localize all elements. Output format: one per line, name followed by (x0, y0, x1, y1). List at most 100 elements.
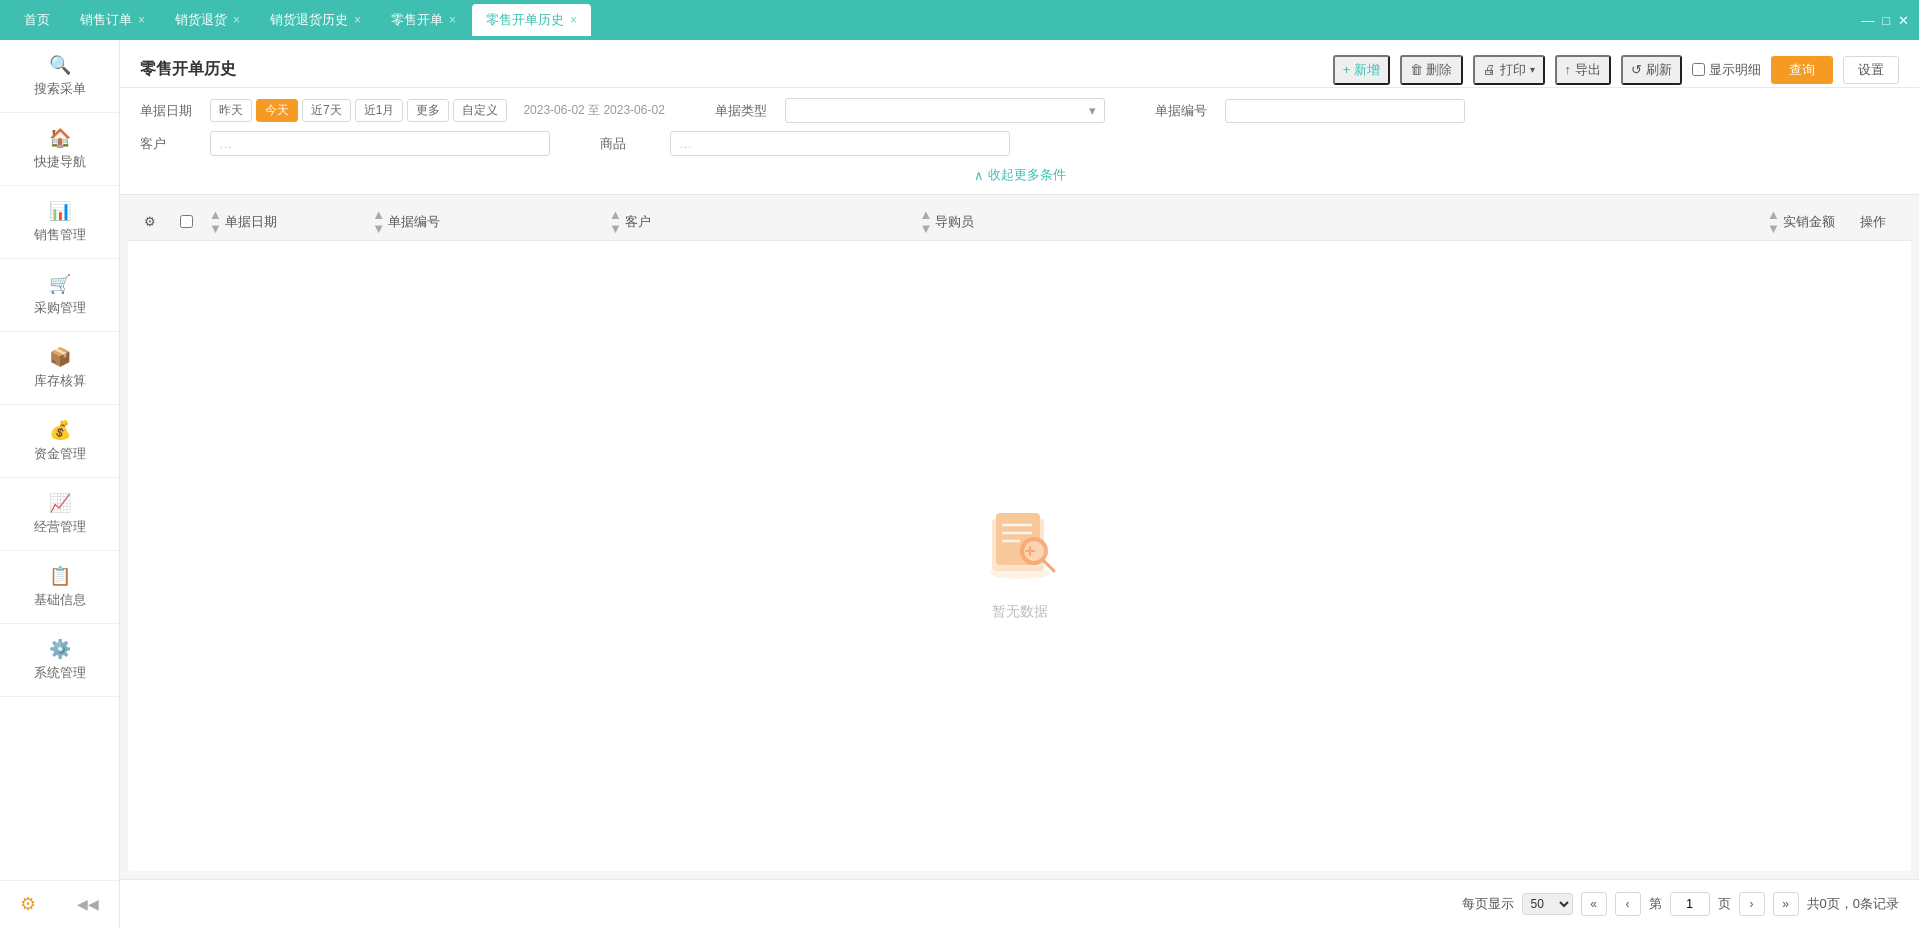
th-amount[interactable]: ▲▼ 实销金额 (1680, 208, 1843, 235)
th-check[interactable] (172, 215, 201, 228)
purchase-icon: 🛒 (49, 273, 71, 295)
query-button[interactable]: 查询 (1771, 56, 1833, 84)
basicinfo-icon: 📋 (49, 565, 71, 587)
date-btn-custom[interactable]: 自定义 (453, 99, 507, 122)
close-tab-return[interactable]: × (233, 13, 240, 27)
type-filter-label: 单据类型 (715, 102, 775, 120)
th-action: 操作 (1843, 213, 1903, 231)
export-button[interactable]: ↑ 导出 (1555, 55, 1612, 85)
setting-button[interactable]: 设置 (1843, 56, 1899, 84)
no-filter-input[interactable] (1225, 99, 1465, 123)
date-btn-yesterday[interactable]: 昨天 (210, 99, 252, 122)
last-page-button[interactable]: » (1773, 892, 1799, 916)
prev-page-button[interactable]: ‹ (1615, 892, 1641, 916)
date-btn-7days[interactable]: 近7天 (302, 99, 351, 122)
page-title: 零售开单历史 (140, 59, 236, 80)
th-date[interactable]: ▲▼ 单据日期 (201, 208, 364, 235)
current-page-input[interactable] (1670, 892, 1710, 916)
settings-col-icon: ⚙ (144, 214, 156, 229)
th-no[interactable]: ▲▼ 单据编号 (364, 208, 601, 235)
filter-row-1: 单据日期 昨天 今天 近7天 近1月 更多 自定义 2023-06-02 至 2… (140, 98, 1899, 123)
table-area: ⚙ ▲▼ 单据日期 ▲▼ 单据编号 (128, 203, 1911, 871)
th-settings[interactable]: ⚙ (136, 214, 172, 229)
total-info: 共0页，0条记录 (1807, 895, 1899, 913)
collapse-bar[interactable]: ∧ 收起更多条件 (140, 164, 1899, 184)
sidebar-item-sales[interactable]: 📊 销售管理 (0, 186, 119, 259)
home-icon: 🏠 (49, 127, 71, 149)
window-maximize[interactable]: □ (1882, 13, 1890, 28)
finance-icon: 💰 (49, 419, 71, 441)
goods-filter-select[interactable]: … (670, 131, 1010, 156)
goods-filter-label: 商品 (600, 135, 660, 153)
first-page-button[interactable]: « (1581, 892, 1607, 916)
filter-row-2: 客户 … 商品 … (140, 131, 1899, 156)
empty-state: 暂无数据 (128, 241, 1911, 871)
content-area: 零售开单历史 + 新增 🗑 删除 🖨 打印 ▾ ↑ 导出 ↺ 刷新 (120, 40, 1919, 927)
sidebar-item-system[interactable]: ⚙️ 系统管理 (0, 624, 119, 697)
page-header: 零售开单历史 + 新增 🗑 删除 🖨 打印 ▾ ↑ 导出 ↺ 刷新 (120, 40, 1919, 88)
sidebar-item-basicinfo[interactable]: 📋 基础信息 (0, 551, 119, 624)
print-dropdown-icon: ▾ (1530, 64, 1535, 75)
th-guide[interactable]: ▲▼ 导购员 (912, 208, 1075, 235)
date-btn-today[interactable]: 今天 (256, 99, 298, 122)
export-icon: ↑ (1565, 62, 1572, 77)
sidebar-item-quicknav[interactable]: 🏠 快捷导航 (0, 113, 119, 186)
close-tab-retail-history[interactable]: × (570, 13, 577, 27)
close-tab-sales-order[interactable]: × (138, 13, 145, 27)
refresh-button[interactable]: ↺ 刷新 (1621, 55, 1682, 85)
date-filter-label: 单据日期 (140, 102, 200, 120)
sales-icon: 📊 (49, 200, 71, 222)
amount-sort-icon: ▲▼ (1767, 208, 1780, 235)
type-filter-select[interactable]: ▾ (785, 98, 1105, 123)
sidebar-item-search[interactable]: 🔍 搜索采单 (0, 40, 119, 113)
tab-home[interactable]: 首页 (10, 4, 64, 36)
delete-button[interactable]: 🗑 删除 (1400, 55, 1463, 85)
customer-sort-icon: ▲▼ (609, 208, 622, 235)
close-tab-return-history[interactable]: × (354, 13, 361, 27)
settings-bottom-icon[interactable]: ⚙ (20, 893, 36, 915)
tab-retail-history[interactable]: 零售开单历史 × (472, 4, 591, 36)
sidebar-item-inventory[interactable]: 📦 库存核算 (0, 332, 119, 405)
tab-sales-order[interactable]: 销售订单 × (66, 4, 159, 36)
no-filter-label: 单据编号 (1155, 102, 1215, 120)
sidebar-item-purchase[interactable]: 🛒 采购管理 (0, 259, 119, 332)
print-button[interactable]: 🖨 打印 ▾ (1473, 55, 1545, 85)
window-minimize[interactable]: — (1861, 13, 1874, 28)
sidebar-item-operation[interactable]: 📈 经营管理 (0, 478, 119, 551)
sidebar-item-finance[interactable]: 💰 资金管理 (0, 405, 119, 478)
customer-filter-select[interactable]: … (210, 131, 550, 156)
th-customer[interactable]: ▲▼ 客户 (601, 208, 911, 235)
filter-area: 单据日期 昨天 今天 近7天 近1月 更多 自定义 2023-06-02 至 2… (120, 88, 1919, 195)
inventory-icon: 📦 (49, 346, 71, 368)
pagination-bar: 每页显示 50 100 200 « ‹ 第 页 › » 共0页，0条记录 (120, 879, 1919, 927)
select-all-checkbox[interactable] (180, 215, 193, 228)
no-sort-icon: ▲▼ (372, 208, 385, 235)
svg-line-8 (1044, 561, 1054, 571)
collapse-sidebar-icon[interactable]: ◀◀ (77, 896, 99, 912)
empty-text: 暂无数据 (992, 603, 1048, 621)
sidebar-bottom: ⚙ ◀◀ (0, 880, 119, 927)
type-select-dropdown-icon: ▾ (1089, 103, 1096, 118)
window-controls: — □ ✕ (1861, 13, 1909, 28)
date-range-display: 2023-06-02 至 2023-06-02 (523, 102, 664, 119)
date-filter-buttons: 昨天 今天 近7天 近1月 更多 自定义 (210, 99, 507, 122)
system-icon: ⚙️ (49, 638, 71, 660)
date-sort-icon: ▲▼ (209, 208, 222, 235)
close-tab-retail-order[interactable]: × (449, 13, 456, 27)
window-close[interactable]: ✕ (1898, 13, 1909, 28)
chevron-up-icon: ∧ (974, 168, 984, 183)
add-button[interactable]: + 新增 (1333, 55, 1390, 85)
page-word: 第 (1649, 895, 1662, 913)
guide-sort-icon: ▲▼ (920, 208, 933, 235)
tab-return-history[interactable]: 销货退货历史 × (256, 4, 375, 36)
tab-return[interactable]: 销货退货 × (161, 4, 254, 36)
show-detail-toggle[interactable]: 显示明细 (1692, 61, 1761, 79)
next-page-button[interactable]: › (1739, 892, 1765, 916)
tab-retail-order[interactable]: 零售开单 × (377, 4, 470, 36)
per-page-select[interactable]: 50 100 200 (1522, 893, 1573, 915)
date-btn-more[interactable]: 更多 (407, 99, 449, 122)
date-btn-1month[interactable]: 近1月 (355, 99, 404, 122)
tab-bar: 首页 销售订单 × 销货退货 × 销货退货历史 × 零售开单 × 零售开单历史 … (0, 0, 1919, 40)
empty-illustration (970, 491, 1070, 591)
show-detail-checkbox[interactable] (1692, 63, 1705, 76)
